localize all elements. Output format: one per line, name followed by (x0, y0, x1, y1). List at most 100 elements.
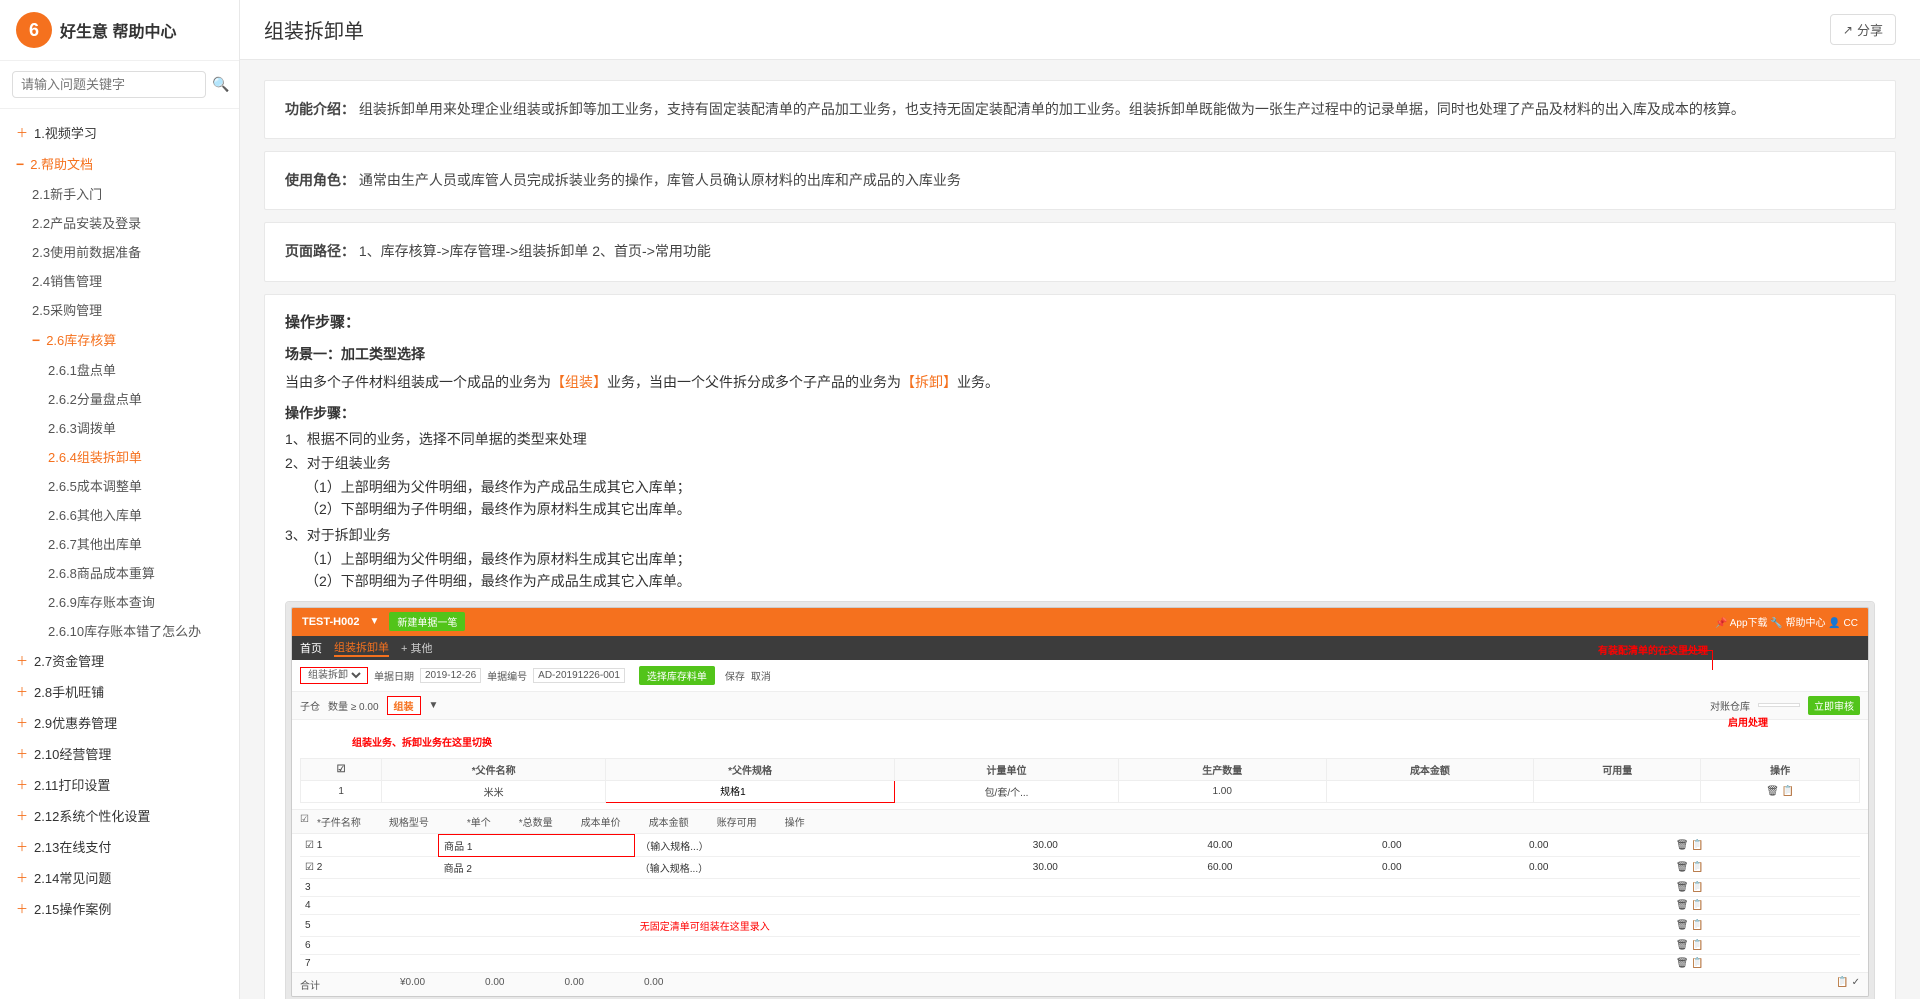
mock-type-select[interactable]: 组装拆卸 (300, 667, 368, 684)
mock-spec-input[interactable] (720, 785, 780, 796)
search-input[interactable] (12, 71, 206, 98)
sidebar-item-operation[interactable]: ＋ 2.10经营管理 (0, 738, 239, 769)
col-spec: *父件规格 (605, 758, 894, 780)
footer-ops: 📋 ✓ (1836, 977, 1860, 992)
mock-confirm2-btn[interactable]: 立即审核 (1808, 696, 1860, 715)
step1: 1、根据不同的业务，选择不同单据的类型来处理 (285, 429, 1875, 449)
sidebar-item-mobile[interactable]: ＋ 2.8手机旺铺 (0, 676, 239, 707)
col-unit: 计量单位 (895, 758, 1119, 780)
table-row: 5 无固定清单可组装在这里录入 🗑 📋 (300, 914, 1860, 936)
col-child-name: *子件名称 (317, 814, 361, 829)
sidebar-item-beginner[interactable]: 2.1新手入门 (0, 179, 239, 208)
sidebar-item-inventory[interactable]: − 2.6库存核算 (0, 324, 239, 355)
step2-sub2: （2）下部明细为子件明细，最终作为原材料生成其它出库单。 (285, 499, 1875, 519)
sidebar-item-inventory-query[interactable]: 2.6.9库存账本查询 (0, 587, 239, 616)
sidebar-item-cost-recalc[interactable]: 2.6.8商品成本重算 (0, 558, 239, 587)
sidebar-item-inventory-error[interactable]: 2.6.10库存账本错了怎么办 (0, 616, 239, 645)
col-cost: 成本金额 (1326, 758, 1534, 780)
sidebar-item-assembly[interactable]: 2.6.4组装拆卸单 (0, 442, 239, 471)
sidebar-item-cases[interactable]: ＋ 2.15操作案例 (0, 893, 239, 924)
path-card: 页面路径： 1、库存核算->库存管理->组装拆卸单 2、首页->常用功能 (264, 222, 1896, 281)
mock-upper-table: ☑ *父件名称 *父件规格 计量单位 生产数量 成本金额 可用量 操作 (300, 758, 1860, 803)
table-row: 4 🗑 📋 (300, 896, 1860, 914)
mock-sub-label2: 数量 ≥ 0.00 (328, 698, 379, 713)
sidebar-item-other-out[interactable]: 2.6.7其他出库单 (0, 529, 239, 558)
col-select: ☑ (301, 758, 382, 780)
expand-operation-icon: ＋ (16, 745, 28, 762)
search-box: 🔍 (0, 61, 239, 109)
mock-type-dropdown[interactable]: 组装拆卸 (304, 669, 364, 682)
footer-val4: 0.00 (644, 977, 663, 992)
col-child-remain: 账存可用 (717, 814, 757, 829)
mock-tab-assembly[interactable]: 组装拆卸单 (334, 639, 389, 657)
mock-new-btn[interactable]: 新建单据一笔 (389, 612, 465, 631)
col-child-cost2: 成本金额 (649, 814, 689, 829)
mock-warehouse-label: 对账仓库 (1710, 698, 1750, 713)
sidebar-item-payment[interactable]: ＋ 2.13在线支付 (0, 831, 239, 862)
role-text: 通常由生产人员或库管人员完成拆装业务的操作，库管人员确认原材料的出库和产成品的入… (359, 172, 961, 188)
mock-icons: 📌 App下载 🔧 帮助中心 👤 CC (1715, 614, 1858, 629)
sidebar-item-partial-stocktake[interactable]: 2.6.2分量盘点单 (0, 384, 239, 413)
sidebar-item-video[interactable]: ＋ 1.视频学习 (0, 117, 239, 148)
sidebar: 6 好生意 帮助中心 🔍 ＋ 1.视频学习 − 2.帮助文档 2.1新手入门 2… (0, 0, 240, 999)
mock-save[interactable]: 保存 (725, 668, 745, 683)
mock-nav1: ▼ (369, 616, 379, 627)
footer-val3: 0.00 (565, 977, 584, 992)
mock-confirm-btn[interactable]: 选择库存料单 (639, 666, 715, 685)
annotation1-line (1683, 650, 1713, 670)
col-item: *父件名称 (382, 758, 606, 780)
logo-icon: 6 (16, 12, 52, 48)
mock-warehouse-select[interactable] (1758, 703, 1800, 707)
sidebar-item-sales[interactable]: 2.4销售管理 (0, 266, 239, 295)
share-button[interactable]: ↗ 分享 (1830, 14, 1896, 45)
sidebar-item-transfer[interactable]: 2.6.3调拨单 (0, 413, 239, 442)
scene1-label: 场景一：加工类型选择 (285, 344, 1875, 364)
expand-faq-icon: ＋ (16, 869, 28, 886)
mock-tab-other[interactable]: + 其他 (401, 640, 432, 656)
collapse-inventory-icon: − (32, 332, 40, 348)
steps-label: 操作步骤： (285, 311, 1875, 332)
sidebar-item-data-prep[interactable]: 2.3使用前数据准备 (0, 237, 239, 266)
mock-cancel[interactable]: 取消 (751, 668, 771, 683)
sidebar-item-purchase[interactable]: 2.5采购管理 (0, 295, 239, 324)
col-available: 可用量 (1534, 758, 1701, 780)
search-icon[interactable]: 🔍 (212, 76, 229, 93)
col-qty: 生产数量 (1118, 758, 1326, 780)
page-title: 组装拆卸单 (264, 15, 364, 44)
sidebar-item-personalize[interactable]: ＋ 2.12系统个性化设置 (0, 800, 239, 831)
sidebar-item-docs[interactable]: − 2.帮助文档 (0, 148, 239, 179)
step3-sub2: （2）下部明细为子件明细，最终作为产成品生成其它入库单。 (285, 571, 1875, 591)
sidebar-item-stocktake[interactable]: 2.6.1盘点单 (0, 355, 239, 384)
col-child-total: *总数量 (519, 814, 553, 829)
intro-card: 功能介绍： 组装拆卸单用来处理企业组装或拆卸等加工业务，支持有固定装配清单的产品… (264, 80, 1896, 139)
col-child-qty2: *单个 (467, 814, 491, 829)
collapse-icon: − (16, 156, 24, 172)
sidebar-item-install[interactable]: 2.2产品安装及登录 (0, 208, 239, 237)
col-child-spec2: 规格型号 (389, 814, 429, 829)
sidebar-header: 6 好生意 帮助中心 (0, 0, 239, 61)
intro-text: 组装拆卸单用来处理企业组装或拆卸等加工业务，支持有固定装配清单的产品加工业务，也… (359, 101, 1745, 117)
role-label: 使用角色： (285, 172, 355, 188)
expand-mobile-icon: ＋ (16, 683, 28, 700)
footer-val2: 0.00 (485, 977, 504, 992)
annotation4-text: 无固定清单可组装在这里录入 (635, 914, 1524, 936)
sidebar-item-coupon[interactable]: ＋ 2.9优惠券管理 (0, 707, 239, 738)
sidebar-item-faq[interactable]: ＋ 2.14常见问题 (0, 862, 239, 893)
screenshot-mockup: TEST-H002 ▼ 新建单据一笔 📌 App下载 🔧 帮助中心 👤 CC 首… (285, 601, 1875, 999)
expand-payment-icon: ＋ (16, 838, 28, 855)
mock-tab-home[interactable]: 首页 (300, 640, 322, 656)
sidebar-item-print[interactable]: ＋ 2.11打印设置 (0, 769, 239, 800)
intro-label: 功能介绍： (285, 101, 355, 117)
footer-total1: 合计 (300, 977, 320, 992)
mock-logo: TEST-H002 (302, 616, 359, 628)
mock-lower-header: ☑ *子件名称 规格型号 *单个 *总数量 成本单价 成本金额 账存可用 操作 (292, 809, 1868, 834)
sidebar-item-other-in[interactable]: 2.6.6其他入库单 (0, 500, 239, 529)
sidebar-item-finance[interactable]: ＋ 2.7资金管理 (0, 645, 239, 676)
path-label: 页面路径： (285, 243, 355, 259)
role-card: 使用角色： 通常由生产人员或库管人员完成拆装业务的操作，库管人员确认原材料的出库… (264, 151, 1896, 210)
sidebar-item-cost-adjust[interactable]: 2.6.5成本调整单 (0, 471, 239, 500)
content-area: 功能介绍： 组装拆卸单用来处理企业组装或拆卸等加工业务，支持有固定装配清单的产品… (240, 60, 1920, 999)
mock-process-type[interactable]: 组装 (387, 696, 421, 715)
expand-finance-icon: ＋ (16, 652, 28, 669)
step2-sub1: （1）上部明细为父件明细，最终作为产成品生成其它入库单； (285, 477, 1875, 497)
